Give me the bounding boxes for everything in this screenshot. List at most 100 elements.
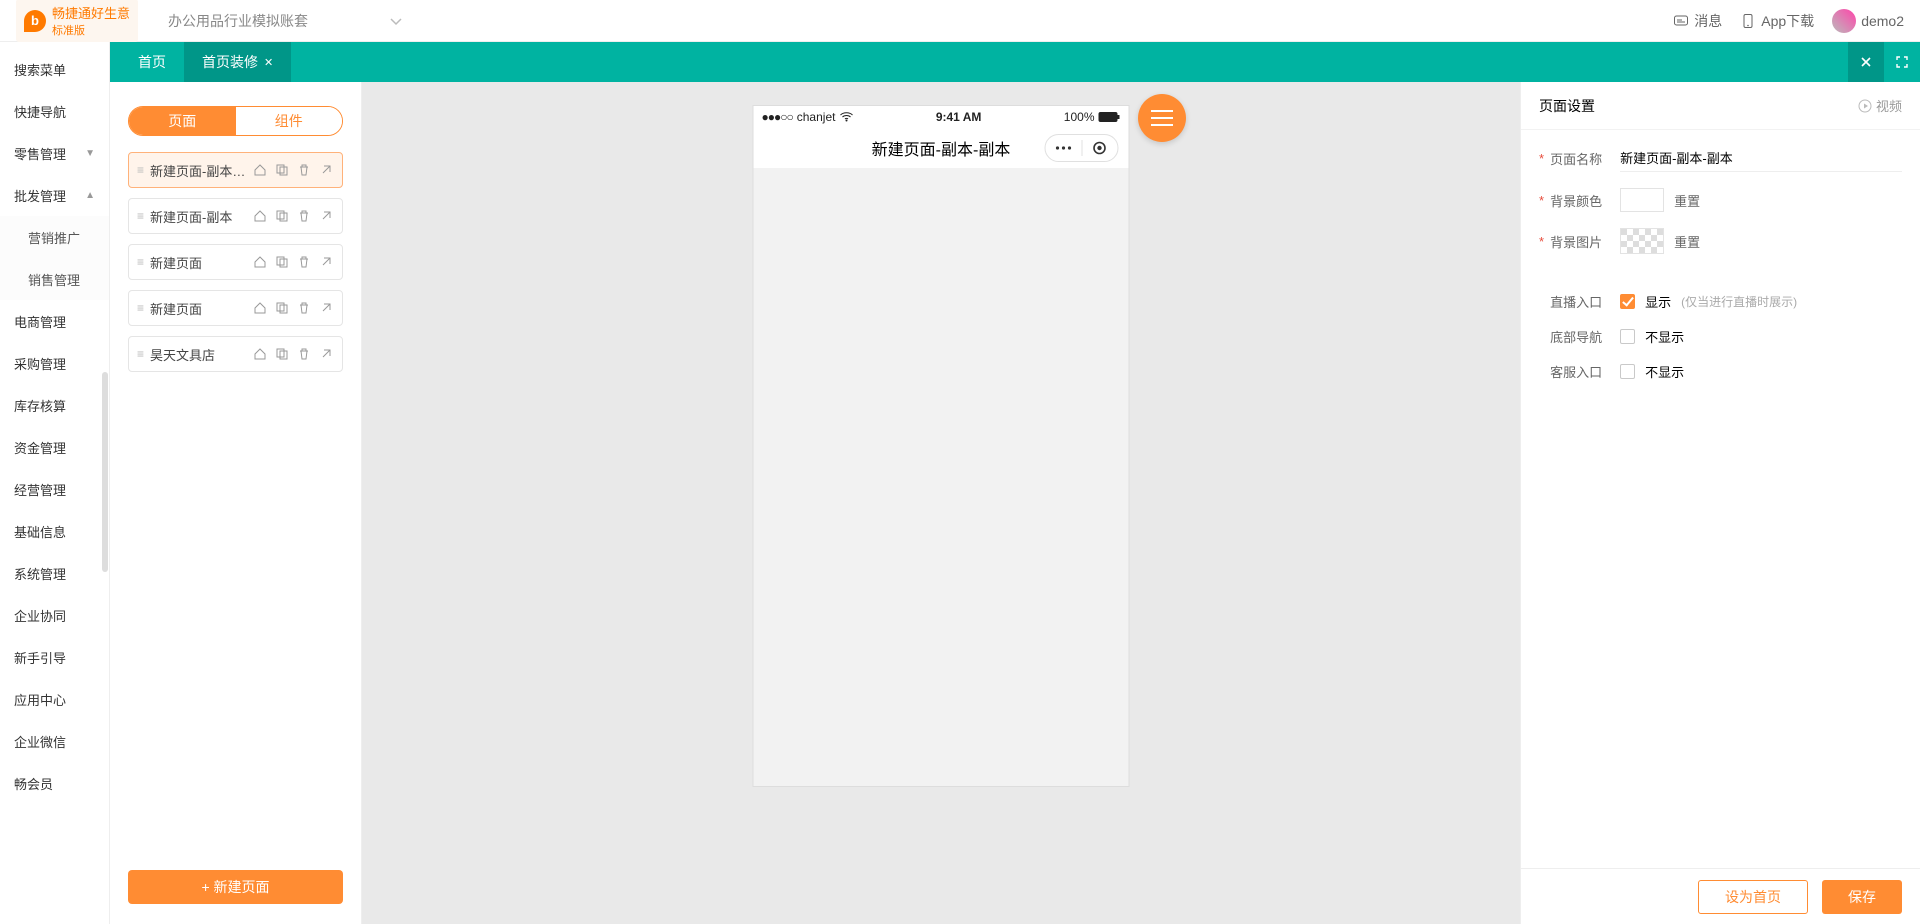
caret-up-icon: ▲ xyxy=(85,190,95,201)
sidebar-item-7[interactable]: 采购管理 xyxy=(0,342,109,384)
close-icon[interactable]: ✕ xyxy=(264,56,273,69)
sidebar-item-17[interactable]: 畅会员 xyxy=(0,762,109,804)
tab-close-all[interactable] xyxy=(1848,42,1884,82)
page-list-panel: 页面 组件 ≡ 新建页面-副本-副本 ≡新建页面-副本 ≡新建页面 ≡新建页面 ≡昊天文具… xyxy=(110,82,362,924)
tab-decorate[interactable]: 首页装修✕ xyxy=(184,42,291,82)
sidebar-item-5[interactable]: 销售管理 xyxy=(0,258,109,300)
external-link-icon[interactable] xyxy=(318,208,334,224)
carrier-label: chanjet xyxy=(797,110,836,124)
home-icon[interactable] xyxy=(252,162,268,178)
sidebar-item-0[interactable]: 搜索菜单 xyxy=(0,48,109,90)
drag-icon[interactable]: ≡ xyxy=(137,301,144,315)
logo-mark-icon: b xyxy=(24,10,46,32)
delete-icon[interactable] xyxy=(296,346,312,362)
fullscreen-button[interactable] xyxy=(1884,42,1920,82)
tab-home[interactable]: 首页 xyxy=(120,42,184,82)
nav-chk-label: 不显示 xyxy=(1645,327,1684,346)
delete-icon[interactable] xyxy=(296,300,312,316)
drag-icon[interactable]: ≡ xyxy=(137,163,144,177)
phone-body xyxy=(754,168,1129,786)
sidebar-item-11[interactable]: 基础信息 xyxy=(0,510,109,552)
brand-logo[interactable]: b 畅捷通好生意 标准版 xyxy=(16,0,138,42)
drag-icon[interactable]: ≡ xyxy=(137,347,144,361)
sidebar-scrollbar[interactable] xyxy=(101,42,109,924)
external-link-icon[interactable] xyxy=(318,162,334,178)
sidebar-item-15[interactable]: 应用中心 xyxy=(0,678,109,720)
brand-badge: 标准版 xyxy=(52,22,130,38)
sidebar-item-8[interactable]: 库存核算 xyxy=(0,384,109,426)
message-icon xyxy=(1673,13,1689,29)
sidebar-item-12[interactable]: 系统管理 xyxy=(0,552,109,594)
page-item-0[interactable]: ≡ 新建页面-副本-副本 xyxy=(128,152,343,188)
page-name-input[interactable] xyxy=(1620,144,1902,172)
new-page-button[interactable]: + 新建页面 xyxy=(128,870,343,904)
avatar-icon xyxy=(1832,9,1856,33)
hamburger-icon xyxy=(1151,117,1173,119)
page-item-name: 新建页面-副本-副本 xyxy=(150,161,246,180)
sidebar-item-2[interactable]: 零售管理▼ xyxy=(0,132,109,174)
brand-text: 畅捷通好生意 xyxy=(52,3,130,22)
app-download-button[interactable]: App下载 xyxy=(1740,11,1814,31)
set-home-button[interactable]: 设为首页 xyxy=(1698,880,1808,914)
home-icon[interactable] xyxy=(252,254,268,270)
capsule-menu-icon[interactable] xyxy=(1046,146,1082,150)
home-icon[interactable] xyxy=(252,208,268,224)
settings-panel: 页面设置 视频 *页面名称 *背景颜色 重置 *背景图片 重置 *直播入口 xyxy=(1520,82,1920,924)
messages-button[interactable]: 消息 xyxy=(1673,11,1722,31)
seg-component[interactable]: 组件 xyxy=(236,107,343,135)
sidebar-item-13[interactable]: 企业协同 xyxy=(0,594,109,636)
page-name-label: 页面名称 xyxy=(1550,149,1620,168)
bgcolor-reset[interactable]: 重置 xyxy=(1674,191,1700,210)
copy-icon[interactable] xyxy=(274,300,290,316)
home-icon[interactable] xyxy=(252,346,268,362)
seg-page[interactable]: 页面 xyxy=(129,107,236,135)
phone-title: 新建页面-副本-副本 xyxy=(872,136,1011,160)
delete-icon[interactable] xyxy=(296,254,312,270)
live-chk-label: 显示 xyxy=(1645,292,1671,311)
bgimg-reset[interactable]: 重置 xyxy=(1674,232,1700,251)
copy-icon[interactable] xyxy=(274,254,290,270)
sidebar-item-1[interactable]: 快捷导航 xyxy=(0,90,109,132)
sidebar-item-9[interactable]: 资金管理 xyxy=(0,426,109,468)
sidebar-item-10[interactable]: 经营管理 xyxy=(0,468,109,510)
sidebar-item-6[interactable]: 电商管理 xyxy=(0,300,109,342)
sidebar-item-16[interactable]: 企业微信 xyxy=(0,720,109,762)
page-item-1[interactable]: ≡新建页面-副本 xyxy=(128,198,343,234)
bgimg-swatch[interactable] xyxy=(1620,228,1664,254)
copy-icon[interactable] xyxy=(274,162,290,178)
external-link-icon[interactable] xyxy=(318,346,334,362)
home-icon[interactable] xyxy=(252,300,268,316)
sidebar-item-4[interactable]: 营销推广 xyxy=(0,216,109,258)
video-help-link[interactable]: 视频 xyxy=(1858,96,1902,115)
drag-icon[interactable]: ≡ xyxy=(137,255,144,269)
canvas: ●●●○○ chanjet 9:41 AM 100% 新建页面-副本-副本 xyxy=(362,82,1520,924)
account-select[interactable]: 办公用品行业模拟账套 xyxy=(168,11,404,31)
svc-checkbox[interactable] xyxy=(1620,364,1635,379)
page-item-4[interactable]: ≡昊天文具店 xyxy=(128,336,343,372)
copy-icon[interactable] xyxy=(274,346,290,362)
sidebar-item-14[interactable]: 新手引导 xyxy=(0,636,109,678)
delete-icon[interactable] xyxy=(296,208,312,224)
external-link-icon[interactable] xyxy=(318,300,334,316)
live-checkbox[interactable] xyxy=(1620,294,1635,309)
save-button[interactable]: 保存 xyxy=(1822,880,1902,914)
drawer-toggle-button[interactable] xyxy=(1138,94,1186,142)
bgcolor-label: 背景颜色 xyxy=(1550,191,1620,210)
sidebar-item-3[interactable]: 批发管理▲ xyxy=(0,174,109,216)
bgcolor-swatch[interactable] xyxy=(1620,188,1664,212)
battery-label: 100% xyxy=(1064,110,1095,124)
delete-icon[interactable] xyxy=(296,162,312,178)
capsule-close-icon[interactable] xyxy=(1082,140,1118,156)
phone-statusbar: ●●●○○ chanjet 9:41 AM 100% xyxy=(754,106,1129,128)
nav-checkbox[interactable] xyxy=(1620,329,1635,344)
user-menu[interactable]: demo2 xyxy=(1832,9,1904,33)
miniapp-capsule[interactable] xyxy=(1045,134,1119,162)
play-icon xyxy=(1858,99,1872,113)
external-link-icon[interactable] xyxy=(318,254,334,270)
caret-down-icon: ▼ xyxy=(85,148,95,159)
bgimg-label: 背景图片 xyxy=(1550,232,1620,251)
copy-icon[interactable] xyxy=(274,208,290,224)
page-item-2[interactable]: ≡新建页面 xyxy=(128,244,343,280)
page-item-3[interactable]: ≡新建页面 xyxy=(128,290,343,326)
drag-icon[interactable]: ≡ xyxy=(137,209,144,223)
